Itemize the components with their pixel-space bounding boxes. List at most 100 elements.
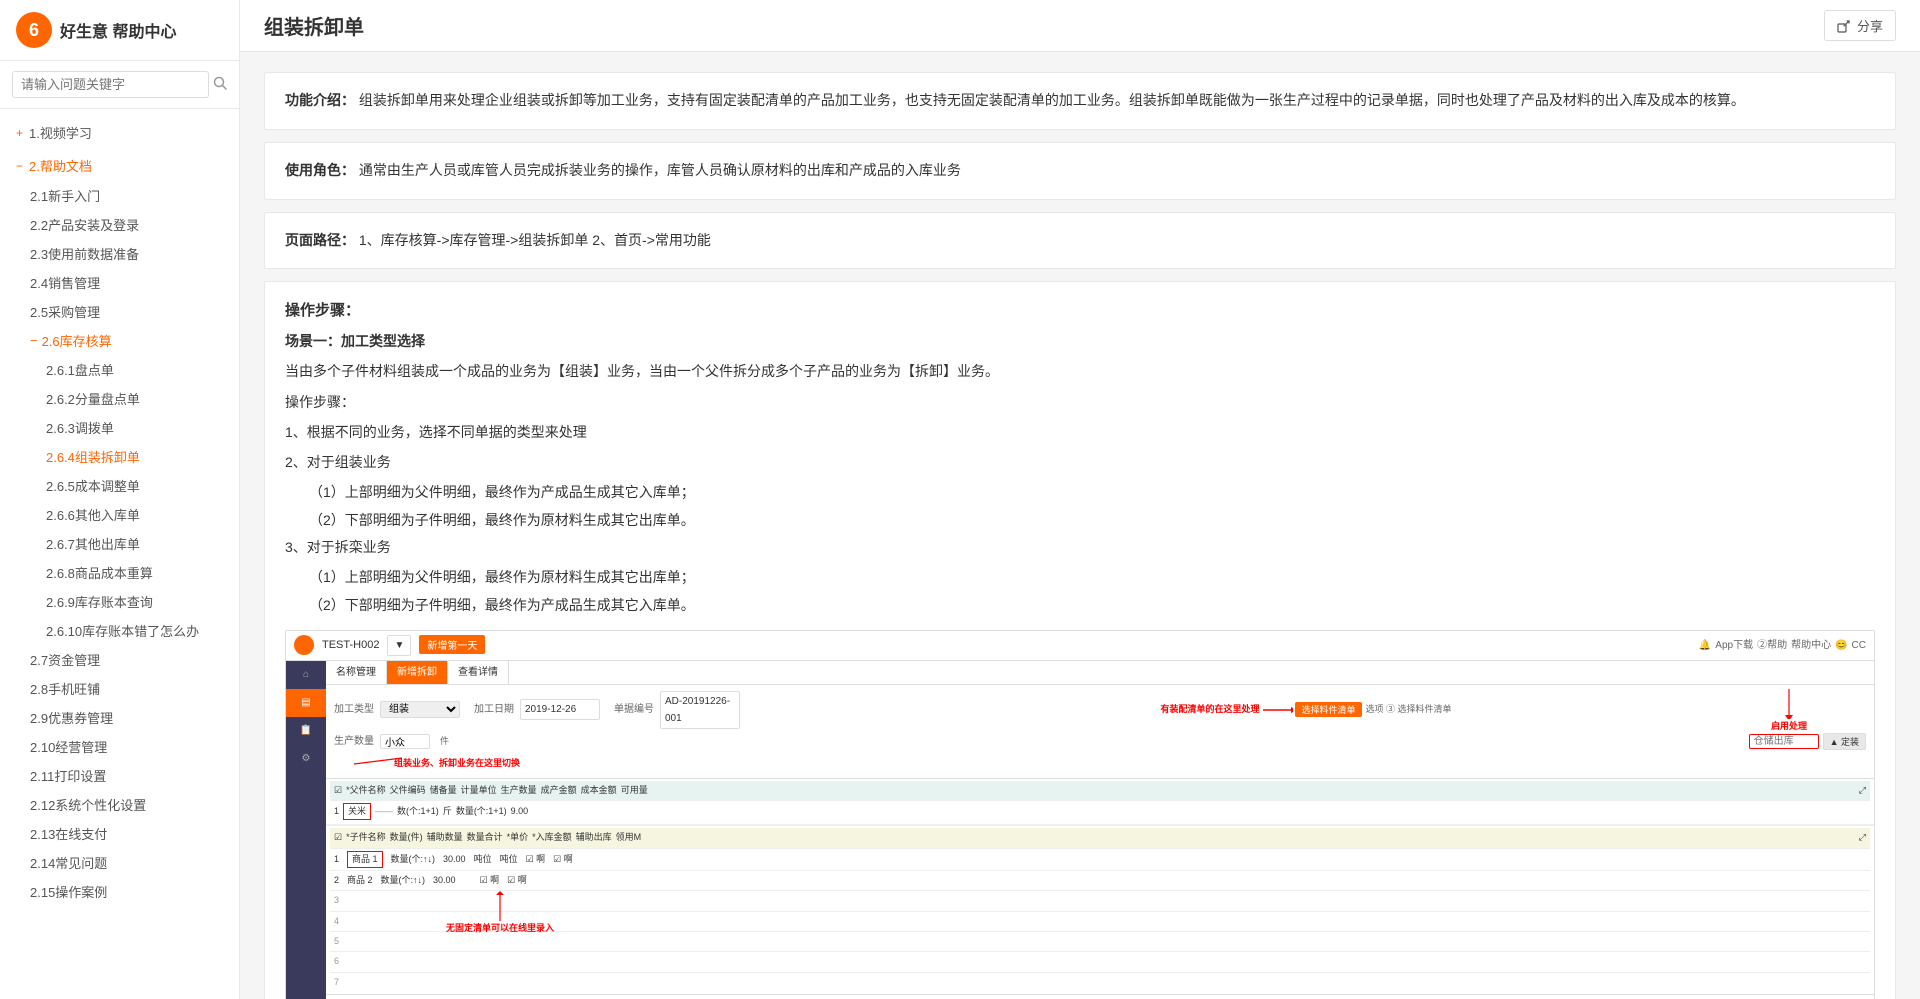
sidebar-item-purchase[interactable]: 2.5采购管理 <box>0 297 239 326</box>
sidebar-item-faq[interactable]: 2.14常见问题 <box>0 848 239 877</box>
sim-date-value: 2019-12-26 <box>520 699 600 720</box>
sim-mini-inventory: ▤ <box>286 689 326 717</box>
steps-title: 操作步骤： <box>285 298 1875 324</box>
nav-sub-docs: 2.1新手入门 2.2产品安装及登录 2.3使用前数据准备 2.4销售管理 2.… <box>0 181 239 906</box>
share-button[interactable]: 分享 <box>1824 10 1896 41</box>
sidebar-item-install[interactable]: 2.2产品安装及登录 <box>0 210 239 239</box>
share-icon <box>1837 18 1853 33</box>
sim-billno-label: 单据编号 <box>614 701 654 718</box>
sim-qty-unit: 件 <box>440 734 449 749</box>
step2: 2、对于组装业务 <box>285 451 1875 475</box>
func-intro-card: 功能介绍： 组装拆卸单用来处理企业组装或拆卸等加工业务，支持有固定装配清单的产品… <box>264 72 1896 130</box>
func-intro-text: 组装拆卸单用来处理企业组装或拆卸等加工业务，支持有固定装配清单的产品加工业务，也… <box>359 92 1745 108</box>
sim-annotation-row: 组装业务、拆卸业务在这里切换 <box>334 754 1866 772</box>
sidebar-item-inventory-fix[interactable]: 2.6.10库存账本错了怎么办 <box>16 616 239 645</box>
page-title: 组装拆卸单 <box>264 11 364 40</box>
annotation1-arrow <box>1263 705 1293 715</box>
scene1-desc: 当由多个子件材料组装成一个成品的业务为【组装】业务，当由一个父件拆分成多个子产品… <box>285 360 1875 384</box>
sim-icon-cc: CC <box>1852 637 1866 654</box>
sim-qty-input[interactable] <box>380 734 430 749</box>
annotation3-text: 启用处理 <box>1771 719 1807 734</box>
sim-topbar: TEST-H002 ▼ 新增第一天 🔔 App下载 ②帮助 帮助中心 😊 CC <box>286 631 1874 661</box>
sim-warehouse-input[interactable] <box>1749 734 1819 749</box>
step2-1: （1）上部明细为父件明细，最终作为产成品生成其它入库单； <box>309 481 1875 505</box>
sim-tab-2[interactable]: 新增拆卸 <box>387 661 448 684</box>
sim-type-label: 加工类型 <box>334 701 374 718</box>
steps-card: 操作步骤： 场景一：加工类型选择 当由多个子件材料组装成一个成品的业务为【组装】… <box>264 281 1896 999</box>
sim-content: ⌂ ▤ 📋 ⚙ 名称管理 新增拆卸 查看详情 <box>286 661 1874 999</box>
sim-date-label: 加工日期 <box>474 701 514 718</box>
sim-lower-table-header: ☑*子件名称数量(件)辅助数量数量合计*单价*入库金额辅助出库领用M ⤢ <box>330 828 1870 847</box>
scene1-title: 场景一：加工类型选择 <box>285 330 1875 354</box>
sim-upper-table-header: ☑*父件名称父件编码储备量计量单位生产数量成产金额成本金额可用量 ⤢ <box>330 781 1870 800</box>
sim-ui: TEST-H002 ▼ 新增第一天 🔔 App下载 ②帮助 帮助中心 😊 CC <box>286 631 1874 999</box>
sim-right-actions: ▲ 定装 <box>1749 733 1866 750</box>
sim-tab-bar: 名称管理 新增拆卸 查看详情 <box>326 661 1874 685</box>
step3: 3、对于拆栾业务 <box>285 536 1875 560</box>
sim-lower-row4: 4 <box>330 911 1870 931</box>
search-icon[interactable] <box>213 76 227 93</box>
sidebar-item-data-prep[interactable]: 2.3使用前数据准备 <box>0 239 239 268</box>
sidebar-item-docs[interactable]: − 2.帮助文档 <box>0 150 239 181</box>
role-card: 使用角色： 通常由生产人员或库管人员完成拆装业务的操作，库管人员确认原材料的出库… <box>264 142 1896 200</box>
sidebar-item-other-in[interactable]: 2.6.6其他入库单 <box>16 500 239 529</box>
sidebar-item-label-1: 1.视频学习 <box>29 123 92 142</box>
sim-icons-right: 选项 ③ 选择料件清单 <box>1366 702 1452 717</box>
sim-type-label2: 生产数量 <box>334 733 374 750</box>
path-label: 页面路径： <box>285 232 355 248</box>
sim-sidebar-mini: ⌂ ▤ 📋 ⚙ <box>286 661 326 999</box>
sidebar-item-coupon[interactable]: 2.9优惠券管理 <box>0 703 239 732</box>
sim-icon-help-center: 帮助中心 <box>1791 637 1831 654</box>
sim-add-btn[interactable]: 新增第一天 <box>419 635 485 654</box>
sim-expand-icon: ⤢ <box>1859 783 1866 798</box>
sidebar-item-stocktake[interactable]: 2.6.1盘点单 <box>16 355 239 384</box>
sidebar-item-print[interactable]: 2.11打印设置 <box>0 761 239 790</box>
sidebar-item-video[interactable]: + 1.视频学习 <box>0 117 239 148</box>
sidebar-item-beginner[interactable]: 2.1新手入门 <box>0 181 239 210</box>
sidebar-item-mobile[interactable]: 2.8手机旺铺 <box>0 674 239 703</box>
path-text: 1、库存核算->库存管理->组装拆卸单 2、首页->常用功能 <box>359 232 711 248</box>
annotation4-container: 无固定清单可以在线里录入 <box>446 891 554 936</box>
sidebar-item-inventory[interactable]: − 2.6库存核算 <box>0 326 239 355</box>
sidebar-item-assembly[interactable]: 2.6.4组装拆卸单 <box>16 442 239 471</box>
step2-2: （2）下部明细为子件明细，最终作为原材料生成其它出库单。 <box>309 509 1875 533</box>
sidebar-item-cost-adjust[interactable]: 2.6.5成本调整单 <box>16 471 239 500</box>
share-label: 分享 <box>1857 16 1883 35</box>
sim-tab-1[interactable]: 名称管理 <box>326 661 387 684</box>
sidebar-item-funds[interactable]: 2.7资金管理 <box>0 645 239 674</box>
nav-group-1: + 1.视频学习 <box>0 117 239 148</box>
sim-icon-bell: 🔔 <box>1699 637 1711 654</box>
inventory-label: 2.6库存核算 <box>42 331 112 350</box>
sim-form-row-2: 生产数量 件 ▲ 定装 <box>334 733 1866 750</box>
sim-tab-3[interactable]: 查看详情 <box>448 661 509 684</box>
sidebar-item-personalize[interactable]: 2.12系统个性化设置 <box>0 790 239 819</box>
collapse-icon-2: − <box>16 159 23 173</box>
logo-text: 好生意 帮助中心 <box>60 18 176 42</box>
sim-lower-row6: 6 <box>330 951 1870 971</box>
sidebar-item-sales[interactable]: 2.4销售管理 <box>0 268 239 297</box>
sidebar-item-transfer[interactable]: 2.6.3调拨单 <box>16 413 239 442</box>
annotation1-text: 有装配清单的在这里处理 <box>1160 702 1259 717</box>
sidebar-item-cost-recalc[interactable]: 2.6.8商品成本重算 <box>16 558 239 587</box>
sidebar-item-operations[interactable]: 2.10经营管理 <box>0 732 239 761</box>
sidebar-item-payment[interactable]: 2.13在线支付 <box>0 819 239 848</box>
sidebar-item-other-out[interactable]: 2.6.7其他出库单 <box>16 529 239 558</box>
path-card: 页面路径： 1、库存核算->库存管理->组装拆卸单 2、首页->常用功能 <box>264 212 1896 270</box>
sim-select-btn[interactable]: ▲ 定装 <box>1823 733 1866 750</box>
sidebar-item-partial-stocktake[interactable]: 2.6.2分量盘点单 <box>16 384 239 413</box>
sim-type-select[interactable]: 组装拆卸 <box>380 701 460 718</box>
sim-dropdown: ▼ <box>387 635 411 656</box>
sidebar-item-cases[interactable]: 2.15操作案例 <box>0 877 239 906</box>
search-input[interactable] <box>12 71 209 98</box>
logo-icon: 6 <box>16 12 52 48</box>
sidebar-item-inventory-query[interactable]: 2.6.9库存账本查询 <box>16 587 239 616</box>
step3-1: （1）上部明细为父件明细，最终作为原材料生成其它出库单； <box>309 566 1875 590</box>
annotation3-container: 启用处理 <box>1764 689 1814 734</box>
sim-upper-table-wrap: ☑*父件名称父件编码储备量计量单位生产数量成产金额成本金额可用量 ⤢ 1 关米 … <box>326 779 1874 825</box>
sim-form-row-1: 加工类型 组装拆卸 加工日期 2019-12-26 单据编号 AD-201912… <box>334 691 1866 729</box>
inventory-minus-icon: − <box>30 333 38 348</box>
sim-lower-row2: 2商品 2 数量(个:↑↓)30.00 ☑ 啊☑ 啊 <box>330 870 1870 890</box>
sim-choose-bom-btn[interactable]: 选择料件清单 <box>1295 702 1361 717</box>
sim-parent-item[interactable]: 关米 <box>343 803 371 820</box>
sim-lower-row7: 7 <box>330 972 1870 992</box>
